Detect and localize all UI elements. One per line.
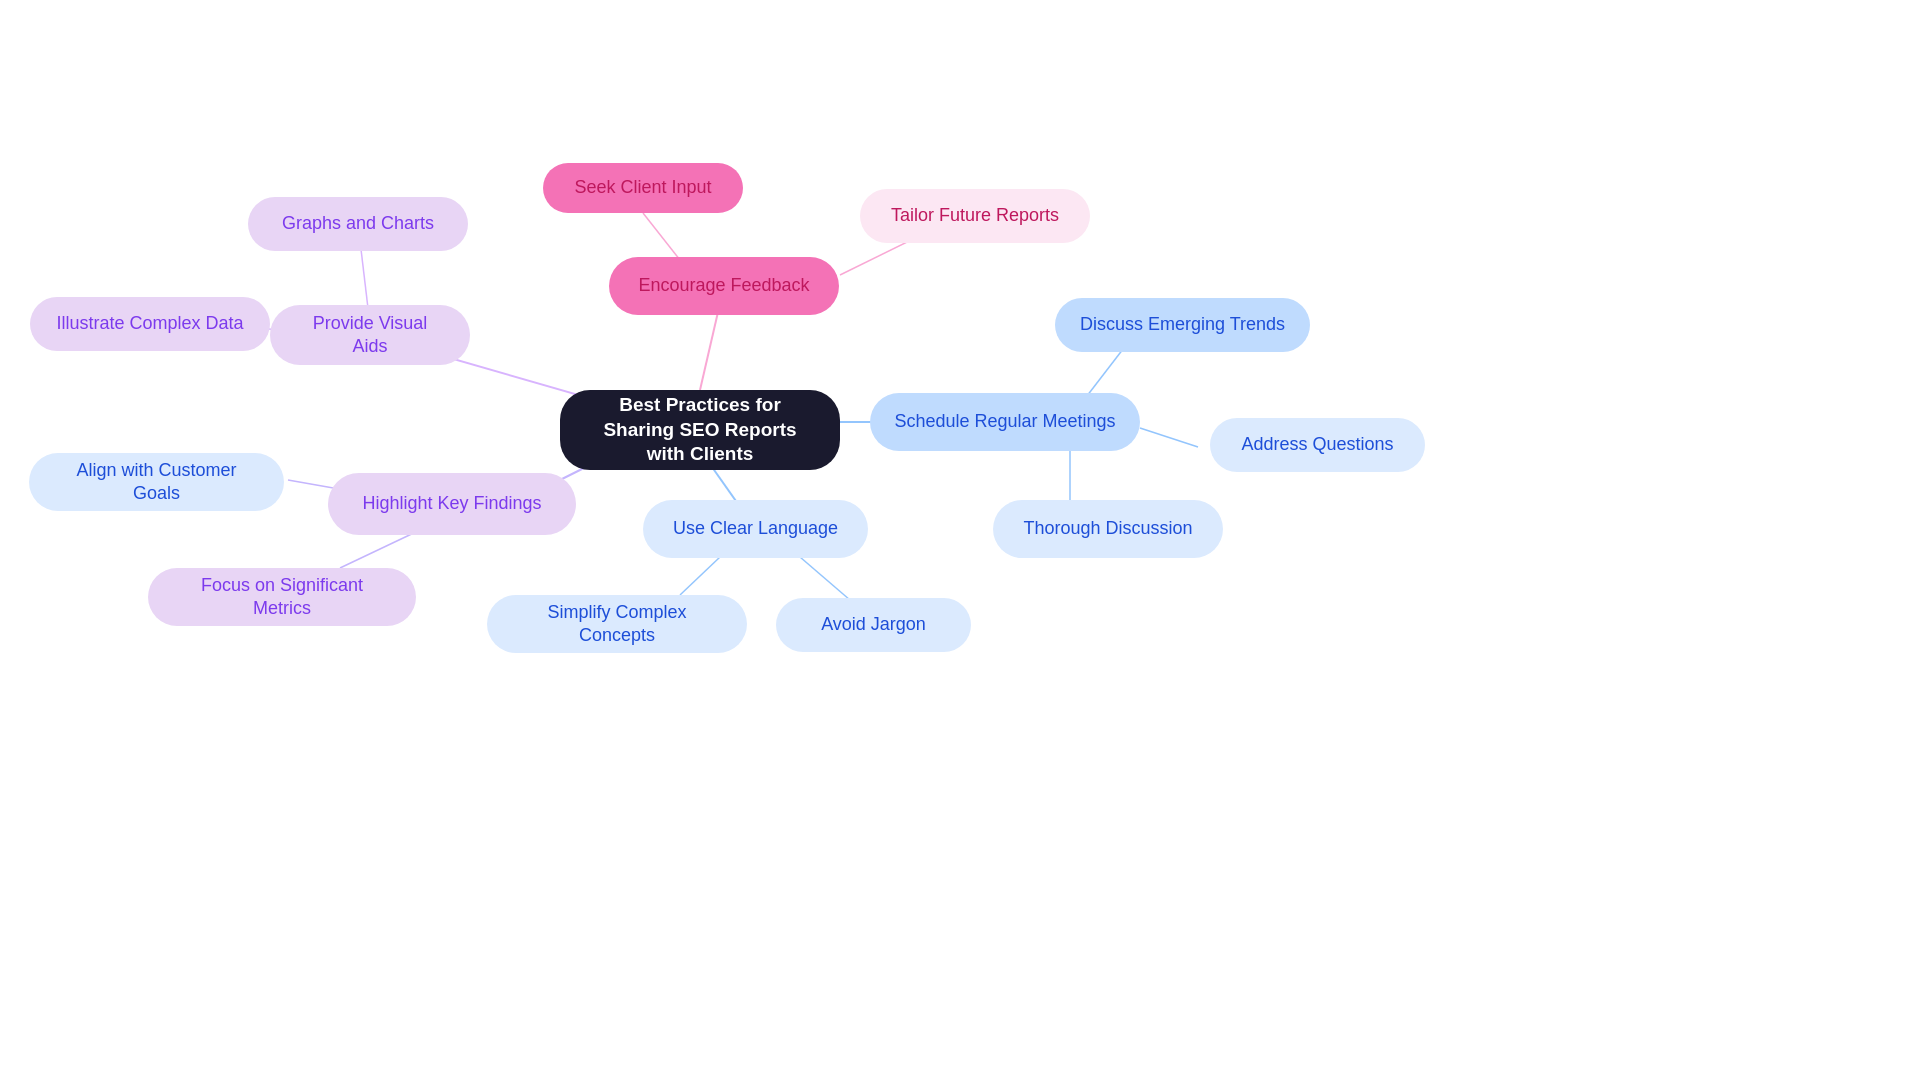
- node-align-customer: Align with Customer Goals: [29, 453, 284, 511]
- node-discuss-emerging: Discuss Emerging Trends: [1055, 298, 1310, 352]
- node-use-clear-language: Use Clear Language: [643, 500, 868, 558]
- node-illustrate-complex: Illustrate Complex Data: [30, 297, 270, 351]
- node-avoid-jargon: Avoid Jargon: [776, 598, 971, 652]
- node-highlight-key: Highlight Key Findings: [328, 473, 576, 535]
- node-provide-visual-aids: Provide Visual Aids: [270, 305, 470, 365]
- svg-line-8: [1140, 428, 1198, 447]
- node-address-questions: Address Questions: [1210, 418, 1425, 472]
- node-focus-metrics: Focus on Significant Metrics: [148, 568, 416, 626]
- node-thorough-discussion: Thorough Discussion: [993, 500, 1223, 558]
- node-graphs-charts: Graphs and Charts: [248, 197, 468, 251]
- node-tailor-future: Tailor Future Reports: [860, 189, 1090, 243]
- svg-line-12: [800, 557, 850, 600]
- svg-line-15: [340, 530, 420, 568]
- node-seek-client-input: Seek Client Input: [543, 163, 743, 213]
- node-encourage-feedback: Encourage Feedback: [609, 257, 839, 315]
- svg-line-11: [680, 557, 720, 595]
- svg-line-4: [643, 213, 680, 260]
- center-node: Best Practices for Sharing SEO Reports w…: [560, 390, 840, 470]
- node-schedule-meetings: Schedule Regular Meetings: [870, 393, 1140, 451]
- node-simplify-complex: Simplify Complex Concepts: [487, 595, 747, 653]
